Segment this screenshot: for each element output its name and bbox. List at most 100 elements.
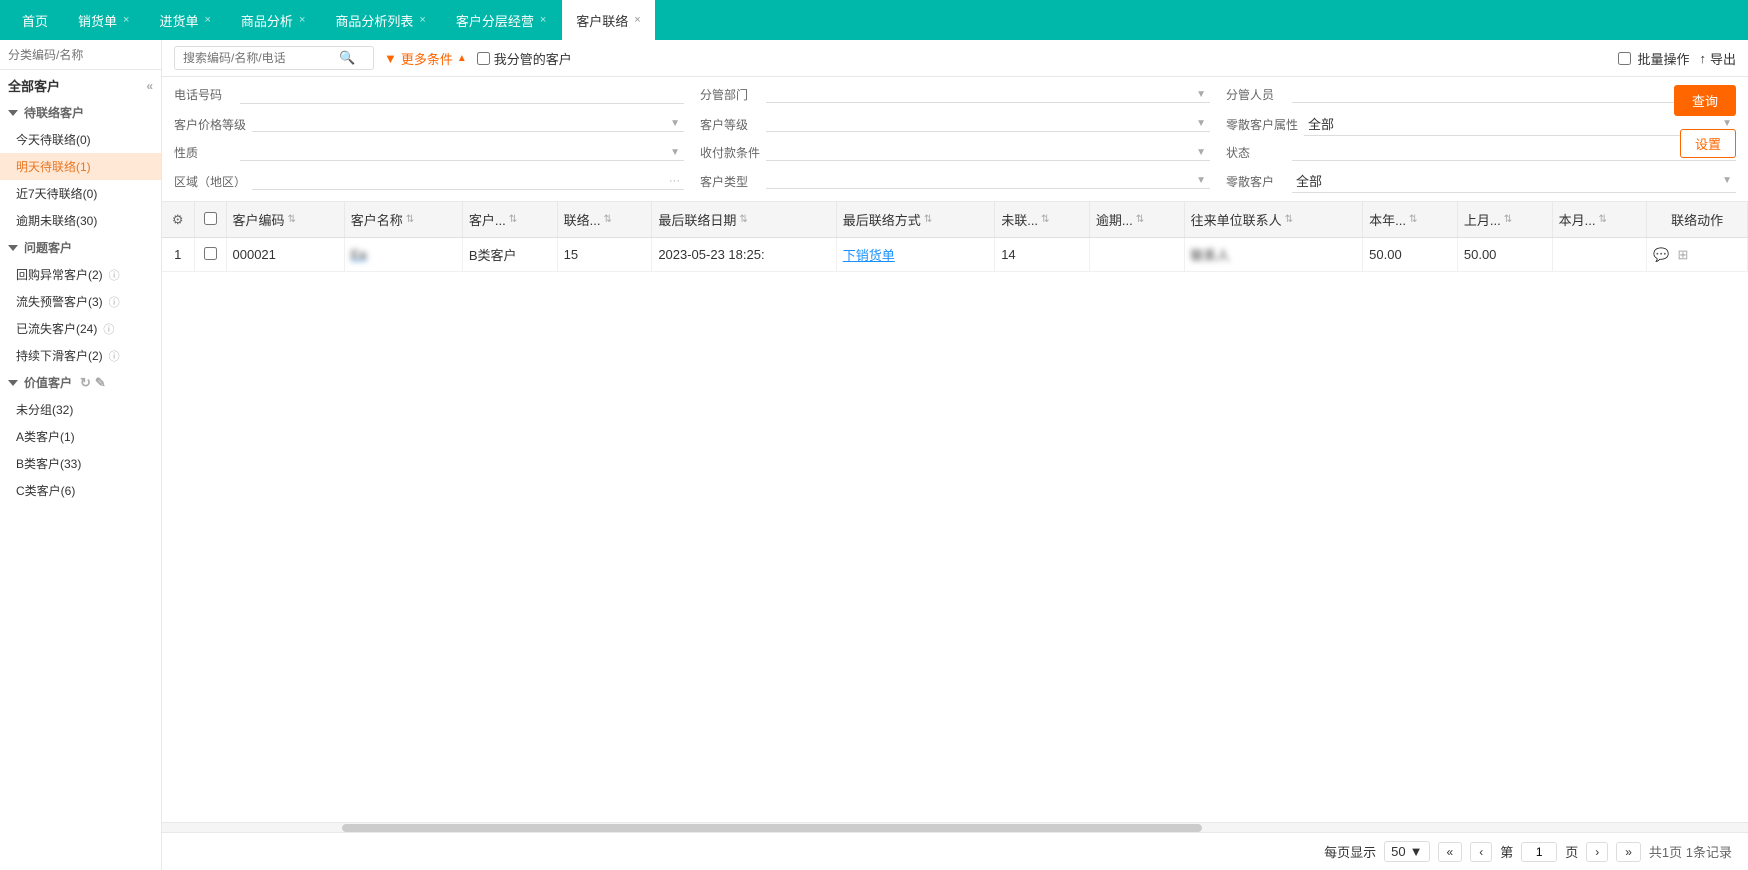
nav-home[interactable]: 首页 (8, 0, 62, 40)
batch-ops-btn[interactable]: 批量操作 (1618, 49, 1689, 68)
sort-icon5: ⇅ (739, 214, 747, 225)
nav-customer-contact[interactable]: 客户联络 × (562, 0, 654, 40)
batch-ops-check[interactable] (1618, 52, 1631, 65)
sidebar-section-pending[interactable]: 待联络客户 (0, 99, 161, 126)
close-product-analysis-tab[interactable]: × (299, 14, 305, 26)
content-area: 🔍 ▼ 更多条件 ▲ 我分管的客户 批量操作 ↑ 导出 (162, 40, 1748, 870)
prev-page-btn[interactable]: ‹ (1470, 842, 1492, 862)
sidebar-item-churn-warning[interactable]: 流失预警客户(3) ⓘ (0, 288, 161, 315)
my-customers-checkbox[interactable]: 我分管的客户 (477, 49, 572, 68)
filter-bar: 🔍 ▼ 更多条件 ▲ 我分管的客户 批量操作 ↑ 导出 (162, 40, 1748, 77)
per-page-select[interactable]: 50 ▼ (1384, 841, 1429, 862)
nav-sales[interactable]: 销货单 × (64, 0, 143, 40)
chevron-down-icon4: ▼ (1722, 118, 1732, 129)
last-page-btn[interactable]: » (1616, 842, 1641, 862)
filter-dept-select[interactable]: ▼ (766, 87, 1210, 103)
sort-icon9: ⇅ (1285, 214, 1293, 225)
refresh-icon[interactable]: ↻ (80, 375, 91, 391)
nav-purchase[interactable]: 进货单 × (145, 0, 224, 40)
sidebar-item-class-a[interactable]: A类客户(1) (0, 423, 161, 450)
sidebar-search-input[interactable] (8, 48, 162, 62)
ellipsis-icon2[interactable]: ··· (669, 175, 680, 187)
filter-dept: 分管部门 ▼ (700, 85, 1210, 104)
query-button[interactable]: 查询 (1674, 85, 1736, 116)
sidebar-item-declining[interactable]: 持续下滑客户(2) ⓘ (0, 342, 161, 369)
row-last-contact-method[interactable]: 下销货单 (836, 238, 994, 272)
filter-price-level: 客户价格等级 ▼ (174, 112, 684, 136)
nav-product-analysis-list[interactable]: 商品分析列表 × (321, 0, 439, 40)
select-all-checkbox[interactable] (204, 212, 217, 225)
nav-product-analysis[interactable]: 商品分析 × (227, 0, 319, 40)
sort-icon12: ⇅ (1598, 214, 1606, 225)
sidebar-section-problem[interactable]: 问题客户 (0, 234, 161, 261)
col-unit-contact-header: 往来单位联系人⇅ (1184, 202, 1363, 238)
collapse-all-icon[interactable]: « (146, 79, 153, 93)
col-gear[interactable]: ⚙ (162, 202, 194, 238)
filter-retail-customer: 零散客户 全部 ▼ (1226, 169, 1736, 193)
chevron-down-icon6: ▼ (1196, 147, 1206, 158)
triangle-down-icon (8, 110, 18, 116)
filter-payment-select[interactable]: ▼ (766, 145, 1210, 161)
col-last-contact-method-header: 最后联络方式⇅ (836, 202, 994, 238)
sort-icon10: ⇅ (1409, 214, 1417, 225)
sort-icon: ⇅ (288, 214, 296, 225)
close-purchase-tab[interactable]: × (204, 14, 210, 26)
sidebar-item-ungrouped[interactable]: 未分组(32) (0, 396, 161, 423)
filter-retail-customer-select[interactable]: 全部 ▼ (1292, 169, 1736, 193)
filter-region-select[interactable]: ··· (252, 173, 684, 190)
edit-icon[interactable]: ✎ (95, 375, 106, 391)
first-page-btn[interactable]: « (1438, 842, 1463, 862)
row-checkbox[interactable] (204, 247, 217, 260)
row-index: 1 (162, 238, 194, 272)
filter-customer-level-select[interactable]: ▼ (766, 116, 1210, 132)
nav-customer-tier[interactable]: 客户分层经营 × (442, 0, 560, 40)
scrollbar-thumb[interactable] (342, 824, 1202, 832)
search-icon[interactable]: 🔍 (339, 50, 355, 66)
search-input[interactable] (183, 51, 333, 65)
filter-customer-type-select[interactable]: ▼ (766, 173, 1210, 189)
page-number-input[interactable] (1521, 842, 1557, 862)
sidebar-item-class-c[interactable]: C类客户(6) (0, 477, 161, 504)
filter-retail-attr-label: 零散客户属性 (1226, 116, 1298, 133)
close-customer-contact-tab[interactable]: × (634, 14, 640, 26)
sort-icon4: ⇅ (603, 214, 611, 225)
pagination-bar: 每页显示 50 ▼ « ‹ 第 页 › » 共1页 1条记录 (162, 832, 1748, 870)
sidebar-item-today[interactable]: 今天待联络(0) (0, 126, 161, 153)
col-last-contact-date-header: 最后联络日期⇅ (652, 202, 836, 238)
filter-person-select[interactable]: ··· (1292, 86, 1736, 103)
sidebar-item-churned[interactable]: 已流失客户(24) ⓘ (0, 315, 161, 342)
row-code: 000021 (226, 238, 344, 272)
my-customers-check[interactable] (477, 52, 490, 65)
filter-nature-select[interactable]: ▼ (240, 145, 684, 161)
grid-icon[interactable]: ⊞ (1678, 247, 1689, 263)
page-unit: 页 (1565, 842, 1578, 861)
sidebar-item-tomorrow[interactable]: 明天待联络(1) (0, 153, 161, 180)
chat-icon[interactable]: 💬 (1653, 247, 1669, 263)
row-type: B类客户 (462, 238, 557, 272)
filter-price-level-select[interactable]: ▼ (252, 116, 684, 132)
sidebar-item-abnormal[interactable]: 回购异常客户(2) ⓘ (0, 261, 161, 288)
close-customer-tier-tab[interactable]: × (540, 14, 546, 26)
sidebar-item-7days[interactable]: 近7天待联络(0) (0, 180, 161, 207)
filter-customer-level-label: 客户等级 (700, 116, 760, 133)
row-last-month: 50.00 (1457, 238, 1552, 272)
horizontal-scrollbar[interactable] (162, 822, 1748, 832)
all-customers-header: 全部客户 « (0, 70, 161, 99)
filter-retail-attr-select[interactable]: 全部 ▼ (1304, 112, 1736, 136)
filter-retail-attr: 零散客户属性 全部 ▼ (1226, 112, 1736, 136)
sidebar-item-overdue[interactable]: 逾期未联络(30) (0, 207, 161, 234)
sort-icon3: ⇅ (509, 214, 517, 225)
gear-icon[interactable]: ⚙ (172, 212, 184, 227)
close-product-list-tab[interactable]: × (419, 14, 425, 26)
chevron-down-icon3: ▼ (1196, 118, 1206, 129)
next-page-btn[interactable]: › (1586, 842, 1608, 862)
filter-phone-input[interactable] (240, 85, 684, 104)
close-sales-tab[interactable]: × (123, 14, 129, 26)
settings-button[interactable]: 设置 (1680, 129, 1736, 158)
sidebar-section-value[interactable]: 价值客户 ↻ ✎ (0, 369, 161, 396)
sidebar-item-class-b[interactable]: B类客户(33) (0, 450, 161, 477)
more-filters-btn[interactable]: ▼ 更多条件 ▲ (384, 49, 467, 68)
export-btn[interactable]: ↑ 导出 (1699, 49, 1736, 68)
row-name[interactable]: Ea (344, 238, 462, 272)
filter-status-select[interactable]: ▼ (1292, 145, 1736, 161)
